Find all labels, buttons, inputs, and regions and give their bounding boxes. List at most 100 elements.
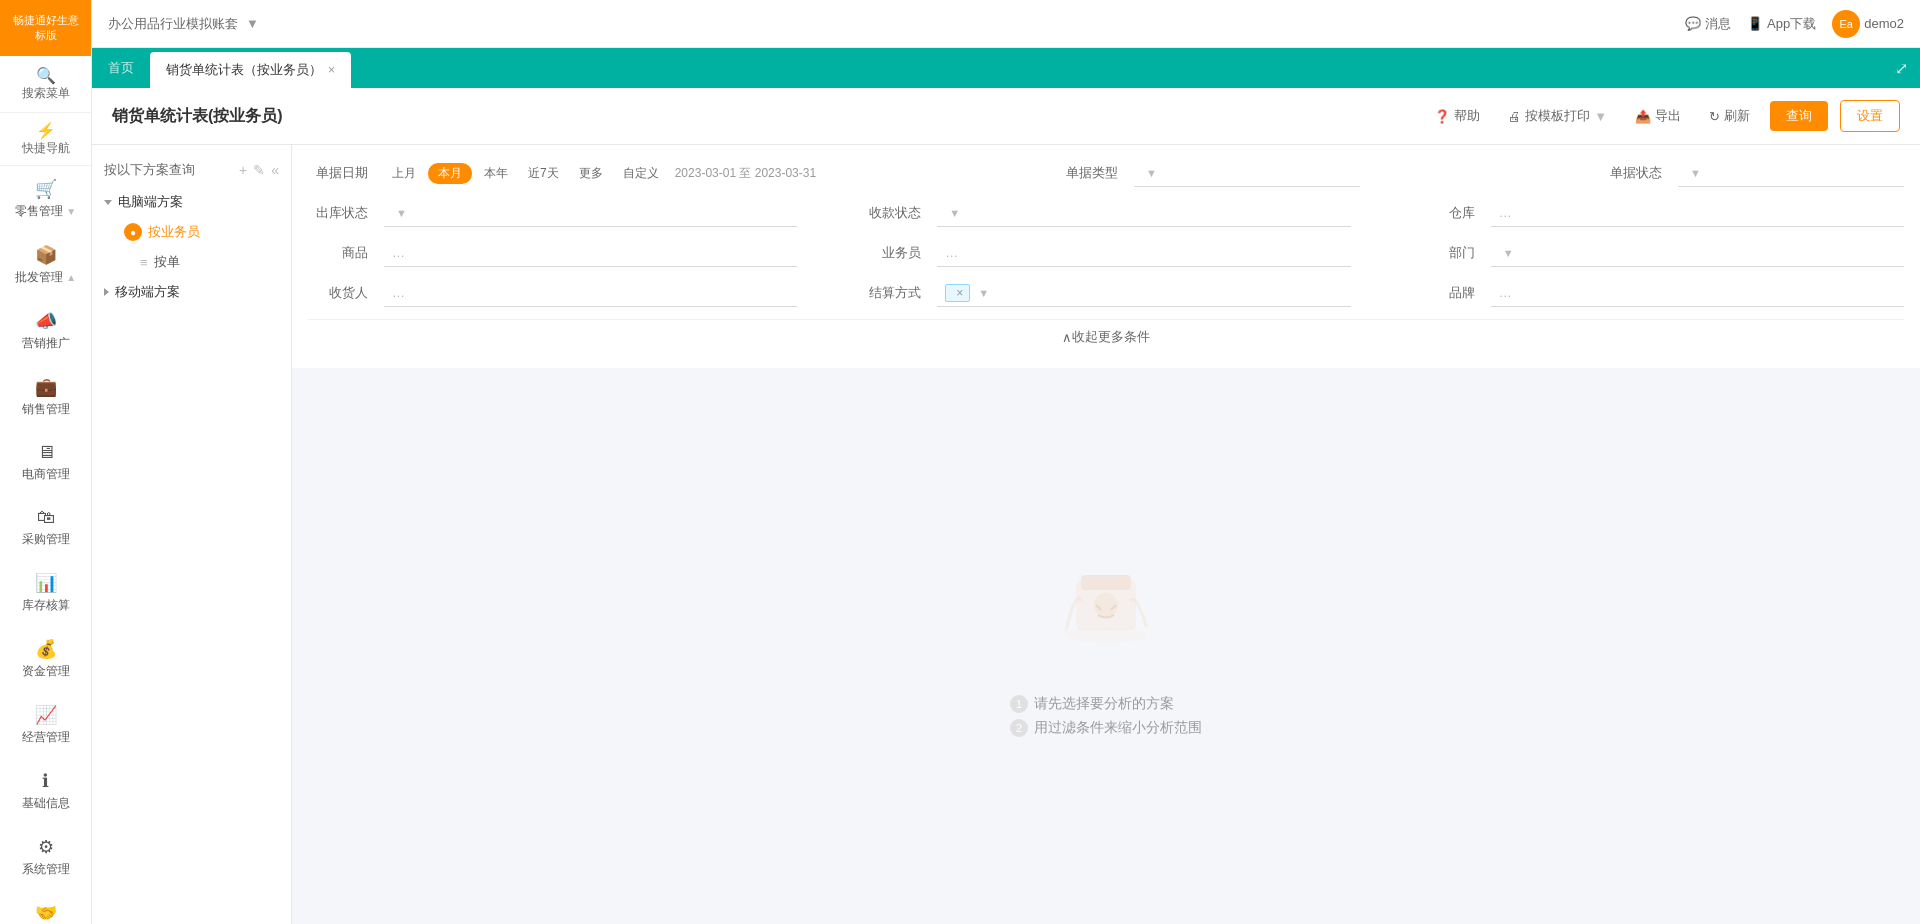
brand-placeholder: …	[1499, 285, 1512, 300]
sidebar-item-operations[interactable]: 📈 经营管理	[0, 692, 91, 758]
sales-icon: 💼	[0, 376, 91, 398]
warehouse-input[interactable]: …	[1491, 199, 1904, 227]
ecommerce-icon: 🖥	[0, 442, 91, 463]
user-menu[interactable]: Ea demo2	[1832, 10, 1904, 38]
sidebar-item-marketing[interactable]: 📣 营销推广	[0, 298, 91, 364]
sidebar-item-finance[interactable]: 💰 资金管理	[0, 626, 91, 692]
collect-status-input[interactable]: ▼	[937, 199, 1350, 227]
finance-icon: 💰	[0, 638, 91, 660]
page-actions: ❓ 帮助 🖨 按模板打印 ▼ 📤 导出 ↻ 刷新 查询 设置	[1426, 100, 1900, 132]
out-status-dropdown-icon: ▼	[396, 207, 407, 219]
sidebar-search[interactable]: 🔍 按以下方案查询 搜索菜单	[0, 56, 91, 113]
print-icon: 🖨	[1508, 109, 1521, 124]
sidebar-item-basics[interactable]: ℹ 基础信息	[0, 758, 91, 824]
refresh-button[interactable]: ↻ 刷新	[1701, 103, 1758, 129]
brand-input[interactable]: …	[1491, 279, 1904, 307]
salesman-scheme-label: 按业务员	[148, 223, 200, 241]
salesman-label: 业务员	[861, 244, 921, 262]
tab-maximize-icon[interactable]: ⤢	[1895, 59, 1908, 78]
app-name: 办公用品行业模拟账套	[108, 15, 238, 33]
ecommerce-label: 电商管理	[22, 467, 70, 481]
sidebar-item-inventory[interactable]: 📊 库存核算	[0, 560, 91, 626]
sidebar-item-purchase[interactable]: 🛍 采购管理	[0, 495, 91, 560]
right-content: 单据日期 上月 本月 本年 近7天 更多 自定义 2023-03-01 至 20…	[292, 145, 1920, 924]
filter-row-1: 单据日期 上月 本月 本年 近7天 更多 自定义 2023-03-01 至 20…	[308, 159, 1904, 187]
receiver-placeholder: …	[392, 285, 405, 300]
quick-nav[interactable]: ⚡ 快捷导航	[0, 113, 91, 166]
message-icon: 💬	[1685, 16, 1701, 31]
main-area: 办公用品行业模拟账套 ▼ 💬 消息 📱 App下载 Ea demo2 首页	[92, 0, 1920, 924]
settle-tag-close[interactable]: ×	[956, 286, 963, 300]
date-btn-lastmonth[interactable]: 上月	[384, 163, 424, 184]
print-button[interactable]: 🖨 按模板打印 ▼	[1500, 103, 1615, 129]
date-btn-custom[interactable]: 自定义	[615, 163, 667, 184]
scheme-item-salesman[interactable]: ● 按业务员	[92, 217, 291, 247]
print-dropdown-icon: ▼	[1594, 109, 1607, 124]
collapse-panel-icon[interactable]: «	[271, 162, 279, 178]
pc-scheme-group-header[interactable]: 电脑端方案	[92, 187, 291, 217]
basics-label: 基础信息	[22, 796, 70, 810]
receiver-input[interactable]: …	[384, 279, 797, 307]
svg-rect-2	[1081, 575, 1131, 590]
dept-dropdown-icon: ▼	[1503, 247, 1514, 259]
header-right: 💬 消息 📱 App下载 Ea demo2	[1685, 10, 1904, 38]
goods-input[interactable]: …	[384, 239, 797, 267]
query-button[interactable]: 查询	[1770, 101, 1828, 131]
doc-status-input[interactable]: ▼	[1678, 159, 1904, 187]
sub-scheme-item-order[interactable]: ≡ 按单	[92, 247, 291, 277]
date-btn-thismonth[interactable]: 本月	[428, 163, 472, 184]
out-status-input[interactable]: ▼	[384, 199, 797, 227]
tab-sales-stat[interactable]: 销货单统计表（按业务员） ×	[150, 52, 351, 88]
date-btn-more[interactable]: 更多	[571, 163, 611, 184]
empty-state: 1 请先选择要分析的方案 2 用过滤条件来缩小分析范围	[292, 368, 1920, 924]
message-button[interactable]: 💬 消息	[1685, 15, 1731, 33]
search-menu-label: 搜索菜单	[0, 85, 91, 102]
settle-dropdown-icon: ▼	[978, 287, 989, 299]
pc-scheme-group: 电脑端方案 ● 按业务员 ≡ 按单	[92, 187, 291, 277]
purchase-icon: 🛍	[0, 507, 91, 528]
sidebar-item-enterprise[interactable]: 🤝 企业协同	[0, 890, 91, 924]
department-input[interactable]: ▼	[1491, 239, 1904, 267]
pc-scheme-chevron	[104, 200, 112, 205]
export-label: 导出	[1655, 107, 1681, 125]
tab-close-icon[interactable]: ×	[328, 63, 335, 77]
left-panel-title: 按以下方案查询	[104, 161, 195, 179]
sidebar-item-system[interactable]: ⚙ 系统管理	[0, 824, 91, 890]
collapse-button[interactable]: ∧ 收起更多条件	[308, 319, 1904, 354]
export-button[interactable]: 📤 导出	[1627, 103, 1689, 129]
collapse-label: 收起更多条件	[1072, 328, 1150, 346]
add-scheme-icon[interactable]: +	[239, 162, 247, 178]
logo-text: 畅捷通好生意标版	[13, 13, 79, 44]
empty-steps-list: 1 请先选择要分析的方案 2 用过滤条件来缩小分析范围	[1010, 689, 1202, 743]
retail-icon: 🛒	[0, 178, 91, 200]
tab-home[interactable]: 首页	[92, 48, 150, 88]
salesman-input[interactable]: …	[937, 239, 1350, 267]
help-button[interactable]: ❓ 帮助	[1426, 103, 1488, 129]
sidebar-item-wholesale[interactable]: 📦 批发管理 ▲	[0, 232, 91, 298]
wholesale-label: 批发管理	[15, 270, 63, 284]
app-download-icon: 📱	[1747, 16, 1763, 31]
settings-button[interactable]: 设置	[1840, 100, 1900, 132]
tab-home-label: 首页	[108, 59, 134, 77]
mobile-scheme-group-header[interactable]: 移动端方案	[92, 277, 291, 307]
page-title: 销货单统计表(按业务员)	[112, 106, 283, 127]
edit-scheme-icon[interactable]: ✎	[253, 162, 265, 178]
date-btn-thisyear[interactable]: 本年	[476, 163, 516, 184]
app-download-button[interactable]: 📱 App下载	[1747, 15, 1816, 33]
doc-type-input[interactable]: ▼	[1134, 159, 1360, 187]
mobile-scheme-label: 移动端方案	[115, 283, 180, 301]
doc-status-label: 单据状态	[1602, 164, 1662, 182]
sidebar-item-sales[interactable]: 💼 销售管理	[0, 364, 91, 430]
header-dropdown-icon[interactable]: ▼	[246, 16, 259, 31]
date-range-display: 2023-03-01 至 2023-03-31	[675, 165, 816, 182]
sidebar-item-ecommerce[interactable]: 🖥 电商管理	[0, 430, 91, 495]
collapse-chevron-icon: ∧	[1062, 330, 1072, 345]
settle-input[interactable]: × ▼	[937, 279, 1350, 307]
svg-point-3	[1094, 593, 1118, 617]
date-btn-7days[interactable]: 近7天	[520, 163, 567, 184]
mobile-scheme-group: 移动端方案	[92, 277, 291, 307]
sidebar-item-retail[interactable]: 🛒 零售管理 ▼	[0, 166, 91, 232]
tab-sales-stat-label: 销货单统计表（按业务员）	[166, 61, 322, 79]
enterprise-icon: 🤝	[0, 902, 91, 924]
avatar-text: Ea	[1840, 18, 1853, 30]
